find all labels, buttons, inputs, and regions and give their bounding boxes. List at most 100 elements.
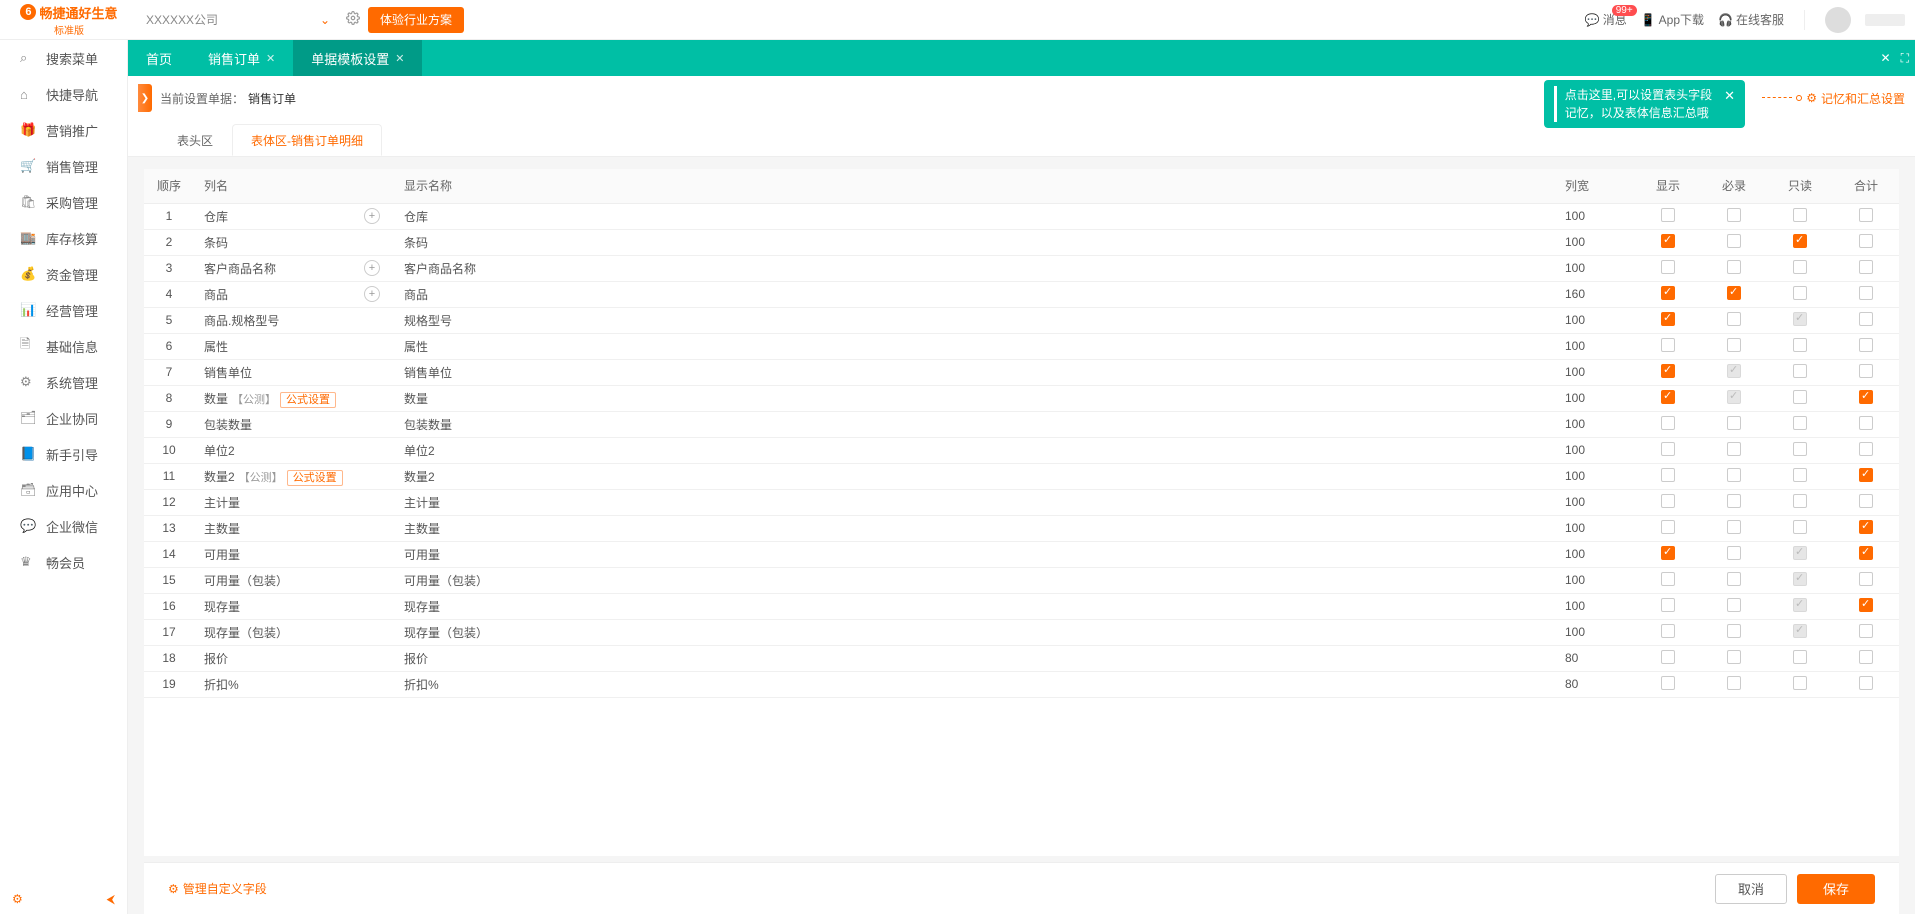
sum-checkbox[interactable]	[1859, 520, 1873, 534]
cell-display[interactable]: 主计量	[394, 489, 1555, 515]
add-icon[interactable]: +	[364, 208, 380, 224]
close-all-tabs-icon[interactable]: ✕	[1881, 51, 1891, 66]
sidebar-item-bag[interactable]: 🛍采购管理	[0, 184, 127, 220]
cell-display[interactable]: 折扣%	[394, 671, 1555, 697]
cell-display[interactable]: 报价	[394, 645, 1555, 671]
readonly-checkbox[interactable]	[1793, 416, 1807, 430]
sidebar-item-collab[interactable]: 🗂企业协同	[0, 400, 127, 436]
sum-checkbox[interactable]	[1859, 390, 1873, 404]
cell-width[interactable]: 100	[1555, 411, 1635, 437]
cell-display[interactable]: 主数量	[394, 515, 1555, 541]
cell-width[interactable]: 100	[1555, 359, 1635, 385]
readonly-checkbox[interactable]	[1793, 494, 1807, 508]
show-checkbox[interactable]	[1661, 494, 1675, 508]
show-checkbox[interactable]	[1661, 260, 1675, 274]
sidebar-item-apps[interactable]: 🗃应用中心	[0, 472, 127, 508]
sidebar-item-search[interactable]: ⌕搜索菜单	[0, 40, 127, 76]
required-checkbox[interactable]	[1727, 286, 1741, 300]
cell-display[interactable]: 属性	[394, 333, 1555, 359]
tab-单据模板设置[interactable]: 单据模板设置✕	[293, 40, 422, 76]
cell-display[interactable]: 单位2	[394, 437, 1555, 463]
sidebar-item-gift[interactable]: 🎁营销推广	[0, 112, 127, 148]
required-checkbox[interactable]	[1727, 598, 1741, 612]
show-checkbox[interactable]	[1661, 286, 1675, 300]
app-download-link[interactable]: 📱 App下载	[1641, 11, 1704, 28]
cell-width[interactable]: 100	[1555, 307, 1635, 333]
messages-link[interactable]: 💬 消息 99+	[1585, 11, 1627, 28]
sum-checkbox[interactable]	[1859, 572, 1873, 586]
required-checkbox[interactable]	[1727, 624, 1741, 638]
sum-checkbox[interactable]	[1859, 208, 1873, 222]
cell-width[interactable]: 100	[1555, 255, 1635, 281]
avatar[interactable]	[1825, 7, 1851, 33]
show-checkbox[interactable]	[1661, 572, 1675, 586]
collapse-handle[interactable]: ❯	[138, 84, 152, 112]
add-icon[interactable]: +	[364, 260, 380, 276]
required-checkbox[interactable]	[1727, 260, 1741, 274]
sum-checkbox[interactable]	[1859, 546, 1873, 560]
cell-display[interactable]: 包装数量	[394, 411, 1555, 437]
settings-icon[interactable]	[346, 11, 360, 28]
readonly-checkbox[interactable]	[1793, 676, 1807, 690]
required-checkbox[interactable]	[1727, 650, 1741, 664]
cell-display[interactable]: 商品	[394, 281, 1555, 307]
show-checkbox[interactable]	[1661, 624, 1675, 638]
required-checkbox[interactable]	[1727, 416, 1741, 430]
sum-checkbox[interactable]	[1859, 650, 1873, 664]
sidebar-item-chart[interactable]: 📊经营管理	[0, 292, 127, 328]
cell-width[interactable]: 100	[1555, 489, 1635, 515]
required-checkbox[interactable]	[1727, 468, 1741, 482]
tooltip-close-icon[interactable]: ✕	[1724, 86, 1735, 106]
sidebar-item-wechat[interactable]: 💬企业微信	[0, 508, 127, 544]
close-tab-icon[interactable]: ✕	[266, 52, 275, 65]
cell-display[interactable]: 规格型号	[394, 307, 1555, 333]
required-checkbox[interactable]	[1727, 234, 1741, 248]
sum-checkbox[interactable]	[1859, 468, 1873, 482]
show-checkbox[interactable]	[1661, 546, 1675, 560]
readonly-checkbox[interactable]	[1793, 286, 1807, 300]
cell-display[interactable]: 可用量（包装）	[394, 567, 1555, 593]
sum-checkbox[interactable]	[1859, 364, 1873, 378]
cell-width[interactable]: 80	[1555, 671, 1635, 697]
readonly-checkbox[interactable]	[1793, 364, 1807, 378]
tab-销售订单[interactable]: 销售订单✕	[190, 40, 293, 76]
cell-width[interactable]: 100	[1555, 385, 1635, 411]
readonly-checkbox[interactable]	[1793, 338, 1807, 352]
sidebar-item-guide[interactable]: 📘新手引导	[0, 436, 127, 472]
sum-checkbox[interactable]	[1859, 598, 1873, 612]
section-tab[interactable]: 表头区	[158, 124, 232, 156]
sidebar-item-money[interactable]: 💰资金管理	[0, 256, 127, 292]
add-icon[interactable]: +	[364, 286, 380, 302]
company-select[interactable]: XXXXXX公司 ⌄	[138, 7, 338, 33]
required-checkbox[interactable]	[1727, 676, 1741, 690]
cell-display[interactable]: 可用量	[394, 541, 1555, 567]
readonly-checkbox[interactable]	[1793, 390, 1807, 404]
cell-display[interactable]: 销售单位	[394, 359, 1555, 385]
required-checkbox[interactable]	[1727, 520, 1741, 534]
cell-width[interactable]: 100	[1555, 229, 1635, 255]
cell-width[interactable]: 100	[1555, 437, 1635, 463]
sum-checkbox[interactable]	[1859, 494, 1873, 508]
sum-checkbox[interactable]	[1859, 312, 1873, 326]
sum-checkbox[interactable]	[1859, 234, 1873, 248]
cell-width[interactable]: 100	[1555, 593, 1635, 619]
formula-settings-link[interactable]: 公式设置	[280, 392, 336, 408]
show-checkbox[interactable]	[1661, 234, 1675, 248]
show-checkbox[interactable]	[1661, 416, 1675, 430]
manage-custom-fields-link[interactable]: ⚙ 管理自定义字段	[168, 880, 267, 897]
show-checkbox[interactable]	[1661, 390, 1675, 404]
cell-width[interactable]: 100	[1555, 567, 1635, 593]
cell-width[interactable]: 160	[1555, 281, 1635, 307]
cell-display[interactable]: 现存量	[394, 593, 1555, 619]
online-service-link[interactable]: 🎧 在线客服	[1718, 11, 1784, 28]
readonly-checkbox[interactable]	[1793, 650, 1807, 664]
required-checkbox[interactable]	[1727, 494, 1741, 508]
cell-display[interactable]: 数量	[394, 385, 1555, 411]
show-checkbox[interactable]	[1661, 520, 1675, 534]
required-checkbox[interactable]	[1727, 442, 1741, 456]
cell-display[interactable]: 数量2	[394, 463, 1555, 489]
show-checkbox[interactable]	[1661, 208, 1675, 222]
sidebar-item-member[interactable]: ♛畅会员	[0, 544, 127, 580]
sum-checkbox[interactable]	[1859, 416, 1873, 430]
settings-gear-icon[interactable]: ⚙	[12, 892, 23, 906]
